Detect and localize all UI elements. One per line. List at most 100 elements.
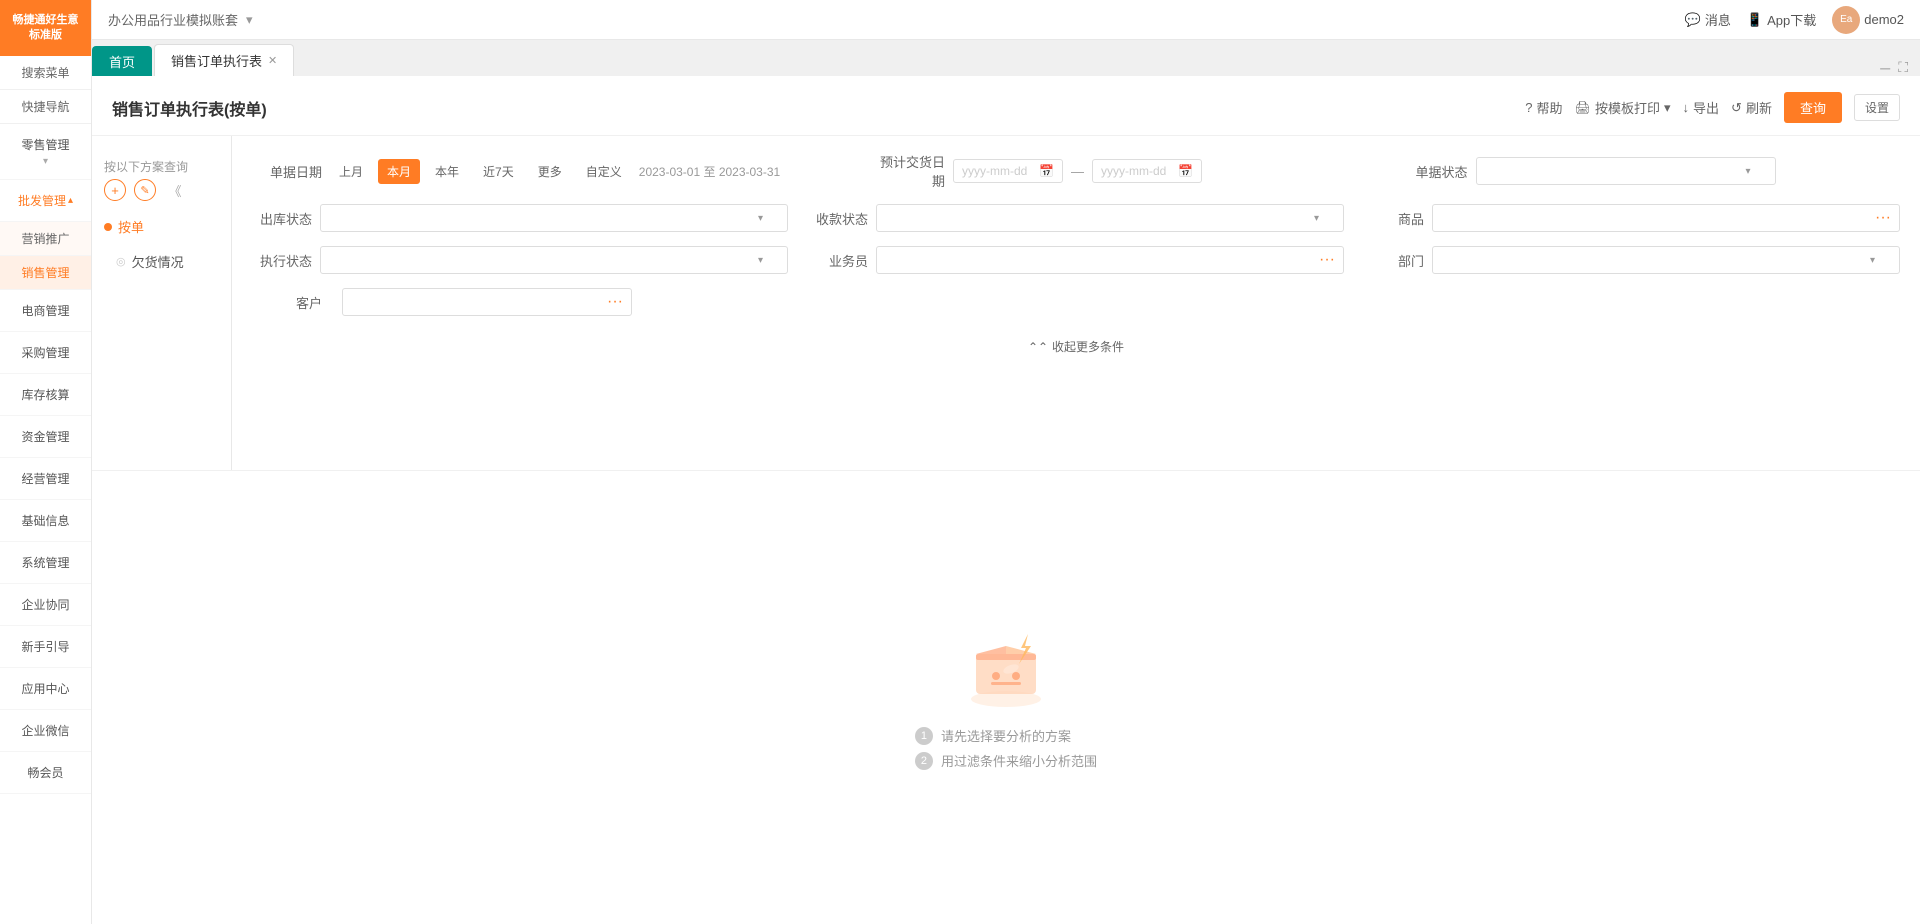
tab-sales-order[interactable]: 销售订单执行表 ✕ xyxy=(154,44,294,76)
breadcrumb-arrow-icon[interactable]: ▾ xyxy=(246,12,253,28)
app-logo: 畅捷通好生意 标准版 xyxy=(0,0,91,56)
goods-input[interactable]: ··· xyxy=(1432,204,1900,232)
sidebar-item-retail[interactable]: 零售管理 ▾ xyxy=(0,124,91,180)
empty-step-1: 1 请先选择要分析的方案 xyxy=(915,726,1097,745)
delivery-status-select[interactable]: ▾ xyxy=(320,204,788,232)
edit-plan-button[interactable]: ✎ xyxy=(134,179,156,201)
expected-date-end-placeholder: yyyy-mm-dd xyxy=(1101,164,1166,178)
sidebar-item-label: 电商管理 xyxy=(21,302,69,319)
sidebar-item-label: 新手引导 xyxy=(21,638,69,655)
collapse-label: 收起更多条件 xyxy=(1052,338,1124,355)
breadcrumb-area: 办公用品行业模拟账套 ▾ xyxy=(108,10,253,29)
execution-status-select[interactable]: ▾ xyxy=(320,246,788,274)
query-button[interactable]: 查询 xyxy=(1784,92,1842,123)
salesperson-more-icon[interactable]: ··· xyxy=(1319,251,1335,269)
sidebar-item-label: 企业微信 xyxy=(21,722,69,739)
empty-box-icon xyxy=(956,624,1056,714)
sidebar-item-enterprise[interactable]: 企业协同 xyxy=(0,584,91,626)
collection-status-select[interactable]: ▾ xyxy=(876,204,1344,232)
goods-field: 商品 ··· xyxy=(1364,204,1900,232)
sidebar-item-operations[interactable]: 经营管理 xyxy=(0,458,91,500)
salesperson-label: 业务员 xyxy=(808,251,868,270)
goods-more-icon[interactable]: ··· xyxy=(1875,209,1891,227)
tabs-bar: 首页 销售订单执行表 ✕ ─ ⛶ xyxy=(92,40,1920,76)
window-minimize-icon[interactable]: ─ xyxy=(1880,60,1890,76)
sidebar-item-app-center[interactable]: 应用中心 xyxy=(0,668,91,710)
top-header: 办公用品行业模拟账套 ▾ 💬 消息 📱 App下载 Ea demo2 xyxy=(92,0,1920,40)
sidebar-item-marketing[interactable]: 营销推广 xyxy=(0,222,91,256)
header-actions: 💬 消息 📱 App下载 Ea demo2 xyxy=(1685,6,1904,34)
sidebar-item-finance[interactable]: 资金管理 xyxy=(0,416,91,458)
plan-actions: + ✎ 《 xyxy=(92,179,231,209)
tab-close-icon[interactable]: ✕ xyxy=(268,54,277,67)
expected-date-start-input[interactable]: yyyy-mm-dd 📅 xyxy=(953,159,1063,183)
export-icon: ↓ xyxy=(1683,100,1690,115)
plan-item-label: 按单 xyxy=(118,217,144,236)
sidebar-item-purchase[interactable]: 采购管理 xyxy=(0,332,91,374)
message-button[interactable]: 💬 消息 xyxy=(1685,10,1731,29)
empty-state: 1 请先选择要分析的方案 2 用过滤条件来缩小分析范围 xyxy=(92,471,1920,924)
breadcrumb: 办公用品行业模拟账套 xyxy=(108,10,238,29)
avatar: Ea xyxy=(1832,6,1860,34)
print-button[interactable]: 🖨 按模板打印 ▾ xyxy=(1574,98,1670,117)
sidebar-item-ecommerce[interactable]: 电商管理 xyxy=(0,290,91,332)
order-status-select[interactable]: ▾ xyxy=(1476,157,1776,185)
sidebar-item-corp-wechat[interactable]: 企业微信 xyxy=(0,710,91,752)
sidebar-item-newbie[interactable]: 新手引导 xyxy=(0,626,91,668)
tab-home[interactable]: 首页 xyxy=(92,46,152,76)
active-dot xyxy=(104,223,112,231)
date-btn-more[interactable]: 更多 xyxy=(529,159,571,184)
date-btn-this-month[interactable]: 本月 xyxy=(378,159,420,184)
collapse-bar[interactable]: ⌃⌃ 收起更多条件 xyxy=(252,330,1900,363)
salesperson-input[interactable]: ··· xyxy=(876,246,1344,274)
plan-item-按单[interactable]: 按单 xyxy=(92,209,231,244)
execution-status-field: 执行状态 ▾ xyxy=(252,246,788,274)
sub-plan-icon: ◎ xyxy=(116,255,126,268)
plan-item-欠货情况[interactable]: ◎ 欠货情况 xyxy=(92,244,231,279)
user-area[interactable]: Ea demo2 xyxy=(1832,6,1904,34)
settings-button[interactable]: 设置 xyxy=(1854,94,1900,121)
goods-label: 商品 xyxy=(1364,209,1424,228)
date-range-display: 2023-03-01 至 2023-03-31 xyxy=(639,163,780,180)
tab-sales-order-label: 销售订单执行表 xyxy=(171,51,262,70)
calendar-icon-2: 📅 xyxy=(1178,164,1193,178)
date-btn-last-month[interactable]: 上月 xyxy=(330,159,372,184)
print-arrow-icon: ▾ xyxy=(1664,100,1671,116)
sidebar-search[interactable]: 搜索菜单 xyxy=(0,56,91,90)
sidebar-item-inventory[interactable]: 库存核算 xyxy=(0,374,91,416)
date-btn-custom[interactable]: 自定义 xyxy=(577,159,631,184)
empty-step-2: 2 用过滤条件来缩小分析范围 xyxy=(915,751,1097,770)
customer-more-icon[interactable]: ··· xyxy=(607,293,623,311)
date-btn-this-year[interactable]: 本年 xyxy=(426,159,468,184)
expand-icon: ▾ xyxy=(43,156,48,167)
sidebar-item-system[interactable]: 系统管理 xyxy=(0,542,91,584)
date-btn-7days[interactable]: 近7天 xyxy=(474,159,523,184)
sidebar-item-vip[interactable]: 畅会员 xyxy=(0,752,91,794)
collection-status-label: 收款状态 xyxy=(808,209,868,228)
expected-date-end-input[interactable]: yyyy-mm-dd 📅 xyxy=(1092,159,1202,183)
app-download-button[interactable]: 📱 App下载 xyxy=(1747,10,1816,29)
filter-row-3: 执行状态 ▾ 业务员 ··· 部门 xyxy=(252,246,1900,274)
page-header: 销售订单执行表(按单) ? 帮助 🖨 按模板打印 ▾ ↓ 导出 ↺ 刷新 xyxy=(92,76,1920,136)
department-select[interactable]: ▾ xyxy=(1432,246,1900,274)
message-icon: 💬 xyxy=(1685,12,1701,28)
refresh-button[interactable]: ↺ 刷新 xyxy=(1731,98,1772,117)
filter-body: 按以下方案查询 + ✎ 《 按单 ◎ 欠货情况 xyxy=(92,136,1920,470)
sidebar-item-basics[interactable]: 基础信息 xyxy=(0,500,91,542)
customer-input[interactable]: ··· xyxy=(342,288,632,316)
department-field: 部门 ▾ xyxy=(1364,246,1900,274)
add-plan-button[interactable]: + xyxy=(104,179,126,201)
help-button[interactable]: ? 帮助 xyxy=(1525,98,1562,117)
window-maximize-icon[interactable]: ⛶ xyxy=(1898,59,1908,76)
export-button[interactable]: ↓ 导出 xyxy=(1683,98,1720,117)
collapse-panel-button[interactable]: 《 xyxy=(164,179,186,201)
sidebar-quick-nav[interactable]: 快捷导航 xyxy=(0,90,91,124)
tab-home-label: 首页 xyxy=(109,52,135,71)
content-area: 销售订单执行表(按单) ? 帮助 🖨 按模板打印 ▾ ↓ 导出 ↺ 刷新 xyxy=(92,76,1920,924)
filter-row-1: 单据日期 上月 本月 本年 近7天 更多 自定义 2023-03-01 至 20… xyxy=(252,152,1900,190)
sidebar-item-label: 销售管理 xyxy=(21,264,69,281)
empty-step-1-text: 请先选择要分析的方案 xyxy=(941,726,1071,745)
sidebar-item-sales[interactable]: 销售管理 xyxy=(0,256,91,290)
sidebar-item-wholesale[interactable]: 批发管理 ▴ xyxy=(0,180,91,222)
department-arrow-icon: ▾ xyxy=(1870,255,1875,266)
